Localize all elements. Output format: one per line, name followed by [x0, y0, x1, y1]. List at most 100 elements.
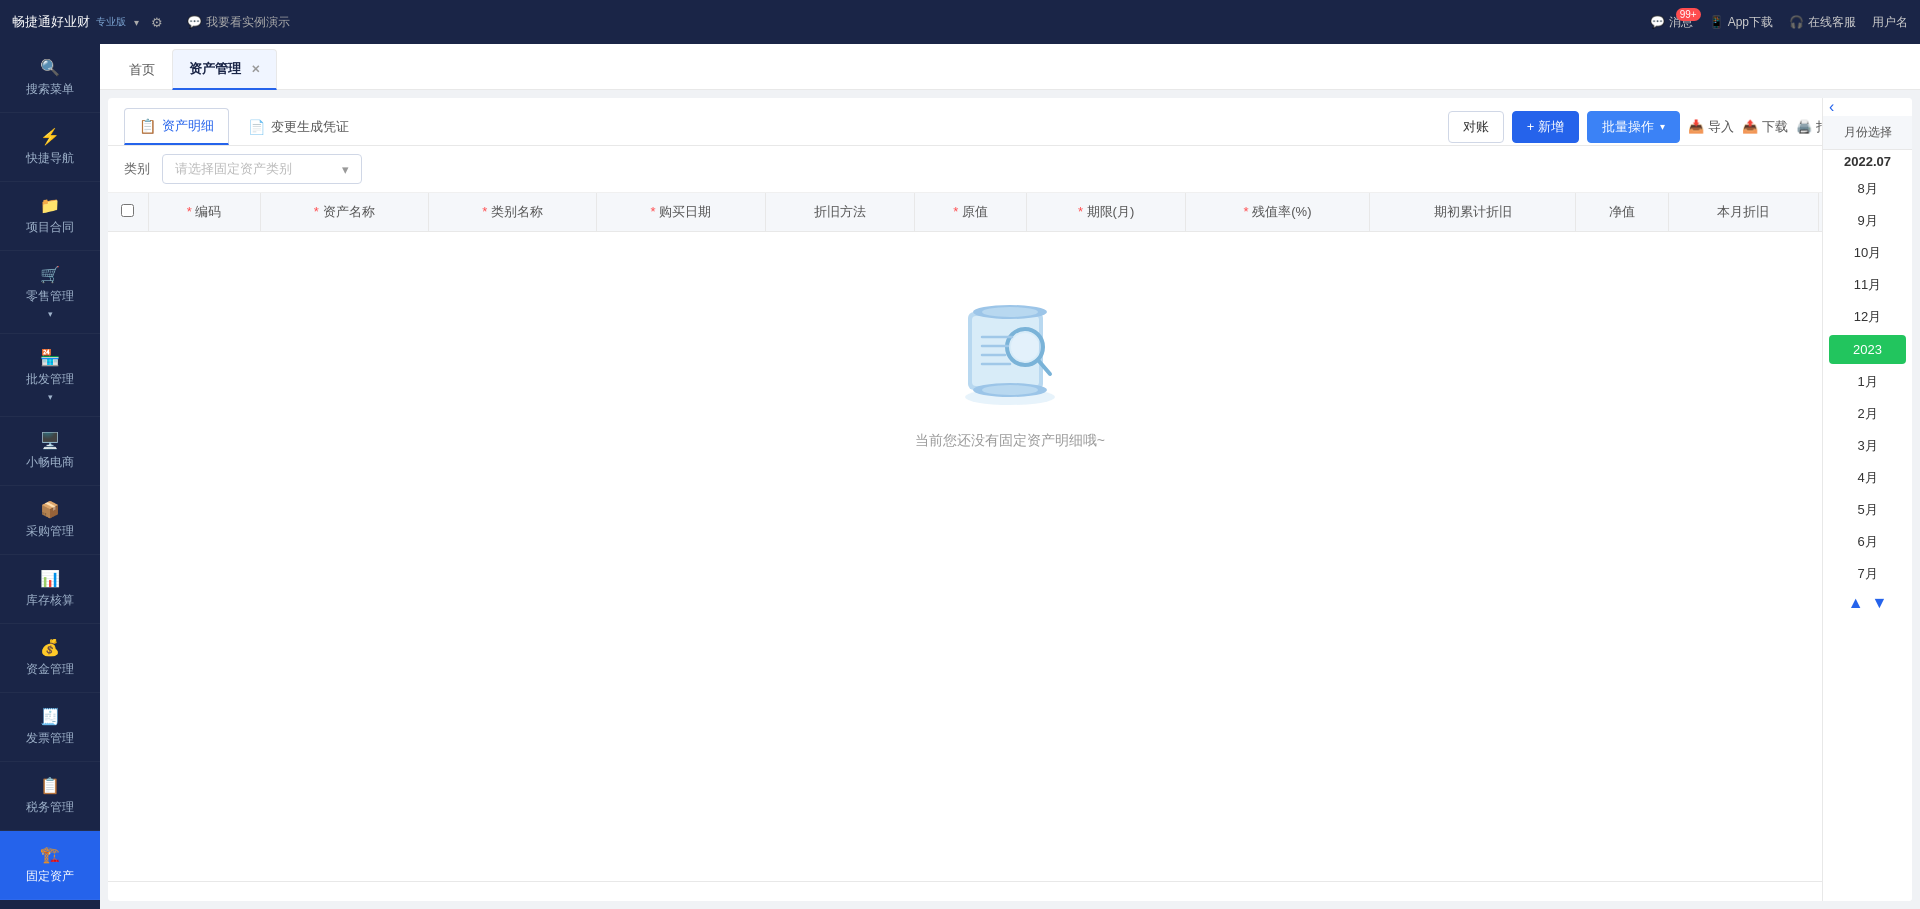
- month-item-12[interactable]: 12月: [1823, 301, 1912, 333]
- select-all-checkbox[interactable]: [121, 204, 134, 217]
- sidebar-item-wholesale[interactable]: 🏪 批发管理 ▾: [0, 334, 100, 417]
- fund-label: 资金管理: [26, 661, 74, 678]
- download-button[interactable]: 📤 下载: [1742, 118, 1788, 136]
- app-name: 畅捷通好业财 专业版: [12, 13, 126, 31]
- app-name-text: 畅捷通好业财: [12, 13, 90, 31]
- sidebar-item-search[interactable]: 🔍 搜索菜单: [0, 44, 100, 113]
- user-menu[interactable]: 用户名: [1872, 14, 1908, 31]
- sidebar-item-purchase[interactable]: 📦 采购管理: [0, 486, 100, 555]
- invoice-label: 发票管理: [26, 730, 74, 747]
- category-select-arrow: ▾: [342, 162, 349, 177]
- month-item-7[interactable]: 7月: [1823, 558, 1912, 590]
- col-monthly-depreciation: 本月折旧: [1669, 193, 1819, 232]
- settings-icon[interactable]: ⚙: [151, 15, 163, 30]
- category-select[interactable]: 请选择固定资产类别 ▾: [162, 154, 362, 184]
- tab-close-icon[interactable]: ✕: [251, 63, 260, 75]
- sidebar-item-project[interactable]: 📁 项目合同: [0, 182, 100, 251]
- user-name: 用户名: [1872, 14, 1908, 31]
- ecommerce-icon: 🖥️: [40, 431, 60, 450]
- month-picker-prev[interactable]: ‹: [1829, 98, 1834, 116]
- import-button[interactable]: 📥 导入: [1688, 118, 1734, 136]
- sidebar-item-tax[interactable]: 📋 税务管理: [0, 762, 100, 831]
- sidebar-item-ecommerce[interactable]: 🖥️ 小畅电商: [0, 417, 100, 486]
- import-label: 导入: [1708, 118, 1734, 136]
- month-item-2[interactable]: 2月: [1823, 398, 1912, 430]
- tab-home-label: 首页: [129, 62, 155, 77]
- month-item-4[interactable]: 4月: [1823, 462, 1912, 494]
- col-purchase-date: * 购买日期: [597, 193, 765, 232]
- col-depreciation-method: 折旧方法: [765, 193, 915, 232]
- assets-table: * 编码 * 资产名称 * 类别名称 * 购买日期 折旧方法 * 原值 * 期限…: [108, 193, 1912, 510]
- empty-message: 当前您还没有固定资产明细哦~: [915, 432, 1105, 450]
- search-icon: 🔍: [40, 58, 60, 77]
- download-label: 下载: [1762, 118, 1788, 136]
- month-picker-down[interactable]: ▼: [1872, 594, 1888, 612]
- message-icon: 💬: [1650, 15, 1665, 29]
- demo-icon: 💬: [187, 15, 202, 29]
- ecommerce-label: 小畅电商: [26, 454, 74, 471]
- month-item-8[interactable]: 8月: [1823, 173, 1912, 205]
- month-item-11[interactable]: 11月: [1823, 269, 1912, 301]
- top-bar: 畅捷通好业财 专业版 ▾ ⚙ 💬 我要看实例演示 💬 消息 99+ 📱 App下…: [0, 0, 1920, 44]
- project-icon: 📁: [40, 196, 60, 215]
- reconcile-button[interactable]: 对账: [1448, 111, 1504, 143]
- quick-nav-label: 快捷导航: [26, 150, 74, 167]
- svg-point-6: [982, 385, 1038, 395]
- sub-tabs: 📋 资产明细 📄 变更生成凭证 对账 + 新增 批量操作 ▾: [108, 98, 1912, 146]
- wholesale-arrow: ▾: [48, 392, 53, 402]
- nav-tabs: 首页 资产管理 ✕: [100, 44, 1920, 90]
- month-picker-nav: ‹: [1823, 98, 1912, 116]
- empty-state: 当前您还没有固定资产明细哦~: [108, 232, 1912, 510]
- tax-label: 税务管理: [26, 799, 74, 816]
- month-picker-up[interactable]: ▲: [1848, 594, 1864, 612]
- month-item-6[interactable]: 6月: [1823, 526, 1912, 558]
- sidebar-item-inventory[interactable]: 📊 库存核算: [0, 555, 100, 624]
- demo-link[interactable]: 💬 我要看实例演示: [187, 14, 290, 31]
- sidebar-item-salary[interactable]: 💵 工资: [0, 900, 100, 909]
- month-picker-bottom-nav: ▲ ▼: [1823, 590, 1912, 616]
- invoice-icon: 🧾: [40, 707, 60, 726]
- col-category: * 类别名称: [428, 193, 596, 232]
- month-item-10[interactable]: 10月: [1823, 237, 1912, 269]
- month-item-1[interactable]: 1月: [1823, 366, 1912, 398]
- tax-icon: 📋: [40, 776, 60, 795]
- sidebar-item-fixed-assets[interactable]: 🏗️ 固定资产: [0, 831, 100, 900]
- asset-detail-icon: 📋: [139, 118, 156, 134]
- fund-icon: 💰: [40, 638, 60, 657]
- col-original-value: * 原值: [915, 193, 1027, 232]
- sub-tab-voucher[interactable]: 📄 变更生成凭证: [233, 109, 364, 145]
- project-label: 项目合同: [26, 219, 74, 236]
- voucher-icon: 📄: [248, 119, 265, 135]
- main-area: 🔍 搜索菜单 ⚡ 快捷导航 📁 项目合同 🛒 零售管理 ▾ 🏪 批发管理 ▾: [0, 44, 1920, 909]
- batch-button[interactable]: 批量操作 ▾: [1587, 111, 1680, 143]
- month-item-5[interactable]: 5月: [1823, 494, 1912, 526]
- month-picker-header: 月份选择: [1823, 116, 1912, 150]
- demo-link-text: 我要看实例演示: [206, 14, 290, 31]
- sidebar-item-retail[interactable]: 🛒 零售管理 ▾: [0, 251, 100, 334]
- batch-dropdown-arrow: ▾: [1660, 121, 1665, 132]
- app-edition: 专业版: [96, 15, 126, 29]
- app-download-button[interactable]: 📱 App下载: [1709, 14, 1773, 31]
- tab-home[interactable]: 首页: [112, 50, 172, 89]
- sidebar-item-quick-nav[interactable]: ⚡ 快捷导航: [0, 113, 100, 182]
- add-button[interactable]: + 新增: [1512, 111, 1579, 143]
- filter-category-label: 类别: [124, 160, 150, 178]
- sub-tab-asset-detail[interactable]: 📋 资产明细: [124, 108, 229, 145]
- purchase-icon: 📦: [40, 500, 60, 519]
- retail-arrow: ▾: [48, 309, 53, 319]
- messages-button[interactable]: 💬 消息 99+: [1650, 14, 1693, 31]
- messages-badge: 99+: [1676, 8, 1701, 21]
- wholesale-icon: 🏪: [40, 348, 60, 367]
- headset-icon: 🎧: [1789, 15, 1804, 29]
- app-download-label: App下载: [1728, 14, 1773, 31]
- month-picker-title: 月份选择: [1844, 125, 1892, 139]
- online-service-button[interactable]: 🎧 在线客服: [1789, 14, 1856, 31]
- tab-asset-mgmt[interactable]: 资产管理 ✕: [172, 49, 277, 90]
- month-item-9[interactable]: 9月: [1823, 205, 1912, 237]
- sidebar-item-fund[interactable]: 💰 资金管理: [0, 624, 100, 693]
- sidebar-item-invoice[interactable]: 🧾 发票管理: [0, 693, 100, 762]
- month-item-3[interactable]: 3月: [1823, 430, 1912, 462]
- quick-nav-icon: ⚡: [40, 127, 60, 146]
- company-dropdown[interactable]: ▾: [134, 17, 139, 28]
- bottom-scrollbar[interactable]: [108, 881, 1912, 901]
